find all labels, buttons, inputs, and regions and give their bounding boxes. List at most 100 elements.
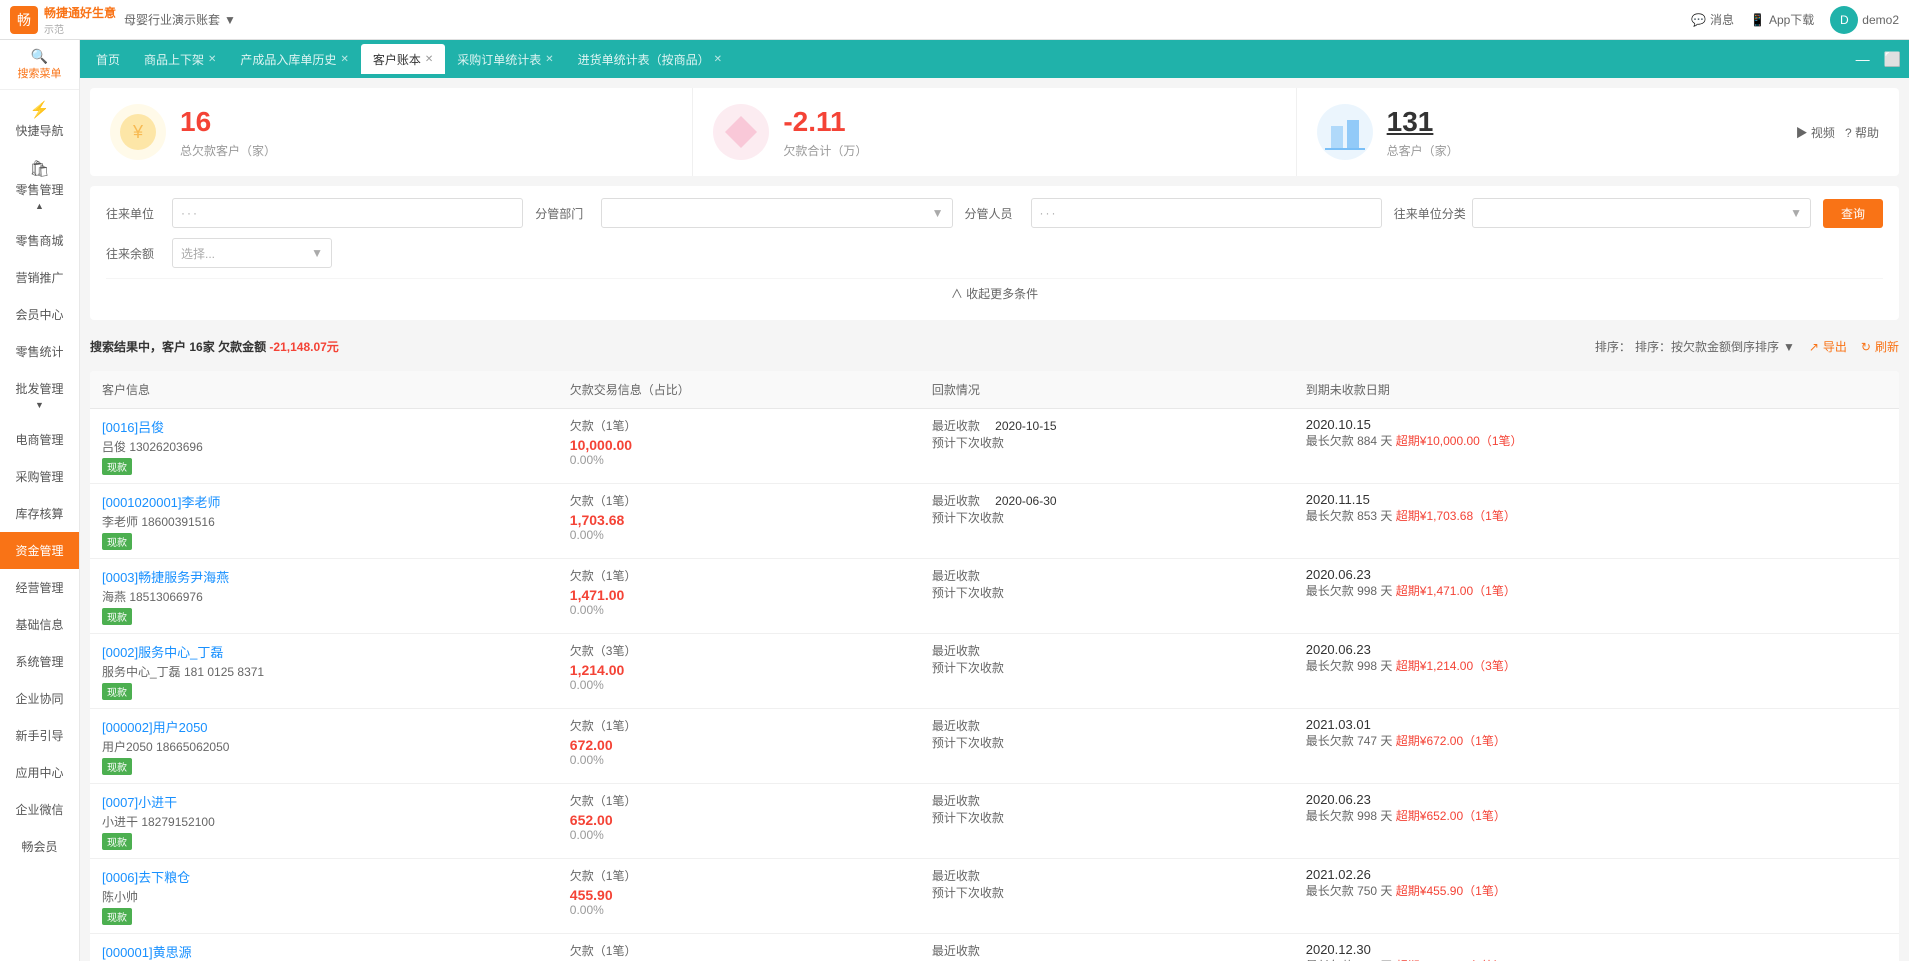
overdue-amount-link-6[interactable]: 超期¥455.90（1笔）	[1396, 884, 1506, 898]
sidebar-item-corp-wechat[interactable]: 企业微信	[0, 791, 79, 828]
sidebar-item-app-center[interactable]: 应用中心	[0, 754, 79, 791]
customer-name-6[interactable]: [0006]去下粮仓	[102, 867, 546, 886]
sidebar-item-nav[interactable]: ⚡ 快捷导航	[0, 90, 79, 149]
sidebar-item-vip[interactable]: 畅会员	[0, 828, 79, 865]
cell-debt-2: 欠款（1笔） 1,471.00 0.00%	[558, 559, 920, 634]
overdue-amount-link-1[interactable]: 超期¥1,703.68（1笔）	[1396, 509, 1516, 523]
sidebar-item-system[interactable]: 系统管理	[0, 643, 79, 680]
video-icon: ▶	[1796, 126, 1808, 140]
sidebar-item-marketing[interactable]: 营销推广	[0, 259, 79, 296]
video-btn[interactable]: ▶ 视频	[1796, 124, 1835, 141]
overdue-amount-link-4[interactable]: 超期¥672.00（1笔）	[1396, 734, 1506, 748]
message-label: 消息	[1710, 11, 1734, 28]
tab-purchase-stats[interactable]: 进货单统计表（按商品） ✕	[566, 44, 734, 74]
tab-product-online[interactable]: 商品上下架 ✕	[132, 44, 228, 74]
sidebar-item-corp[interactable]: 企业协同	[0, 680, 79, 717]
customer-phone-2: 海燕 18513066976	[102, 588, 546, 605]
data-table-container: 客户信息 欠款交易信息（占比） 回款情况 到期未收款日期 [0016]吕俊 吕俊…	[90, 371, 1899, 961]
tab-customer-account-close[interactable]: ✕	[425, 54, 433, 65]
sidebar-item-purchase[interactable]: 采购管理	[0, 458, 79, 495]
sidebar-ecom-label: 电商管理	[4, 431, 75, 448]
collect-info-1: 最近收款 2020-06-30	[932, 492, 1282, 509]
cell-due-4: 2021.03.01 最长欠款 747 天 超期¥672.00（1笔）	[1294, 709, 1899, 784]
stat-debt-amount-value: -2.11	[783, 106, 1275, 138]
debt-amount-0[interactable]: 10,000.00	[570, 437, 908, 453]
debt-amount-3[interactable]: 1,214.00	[570, 662, 908, 678]
customer-tag-4: 现款	[102, 758, 132, 775]
customer-name-7[interactable]: [000001]黄思源	[102, 942, 546, 961]
collapse-btn[interactable]: ∧ 收起更多条件	[106, 278, 1883, 308]
tab-customer-account[interactable]: 客户账本 ✕	[361, 44, 445, 74]
sidebar-item-retail-stat[interactable]: 零售统计	[0, 333, 79, 370]
cell-collect-7: 最近收款 预计下次收款	[920, 934, 1294, 961]
sidebar-item-newbie[interactable]: 新手引导	[0, 717, 79, 754]
customer-name-5[interactable]: [0007]小进干	[102, 792, 546, 811]
help-btn[interactable]: ? 帮助	[1845, 124, 1879, 141]
sidebar-item-retail-mgmt[interactable]: 🛍 零售管理 ▲	[0, 149, 79, 222]
sidebar-item-member[interactable]: 会员中心	[0, 296, 79, 333]
export-btn[interactable]: ↗ 导出	[1809, 338, 1847, 355]
refresh-btn[interactable]: ↻ 刷新	[1861, 338, 1899, 355]
balance-select[interactable]: 选择... ▼	[172, 238, 332, 268]
table-row: [0016]吕俊 吕俊 13026203696 现款 欠款（1笔） 10,000…	[90, 409, 1899, 484]
person-input[interactable]: ···	[1031, 198, 1382, 228]
debt-amount-1[interactable]: 1,703.68	[570, 512, 908, 528]
sidebar-item-basic-info[interactable]: 基础信息	[0, 606, 79, 643]
message-btn[interactable]: 💬 消息	[1691, 11, 1734, 28]
tab-product-online-close[interactable]: ✕	[208, 54, 216, 65]
overdue-amount-link-5[interactable]: 超期¥652.00（1笔）	[1396, 809, 1506, 823]
debt-amount-5[interactable]: 652.00	[570, 812, 908, 828]
from-unit-input[interactable]: ···	[172, 198, 523, 228]
sidebar-item-ecom[interactable]: 电商管理	[0, 421, 79, 458]
tab-production-history[interactable]: 产成品入库单历史 ✕	[228, 44, 360, 74]
customer-name-0[interactable]: [0016]吕俊	[102, 417, 546, 436]
overdue-amount-link-2[interactable]: 超期¥1,471.00（1笔）	[1396, 584, 1516, 598]
unit-category-select[interactable]: ▼	[1472, 198, 1811, 228]
cell-customer-1: [0001020001]李老师 李老师 18600391516 现款	[90, 484, 558, 559]
customer-name-1[interactable]: [0001020001]李老师	[102, 492, 546, 511]
tab-minimize-btn[interactable]: —	[1852, 49, 1874, 70]
overdue-days-0: 最长欠款 884 天 超期¥10,000.00（1笔）	[1306, 432, 1887, 449]
collapse-icon: ∧	[951, 287, 966, 301]
sidebar-search[interactable]: 🔍 搜索菜单	[0, 40, 79, 90]
sidebar-finance-label: 资金管理	[4, 542, 75, 559]
customer-name-4[interactable]: [000002]用户2050	[102, 717, 546, 736]
sidebar-system-label: 系统管理	[4, 653, 75, 670]
tab-home[interactable]: 首页	[84, 44, 132, 74]
debt-amount-text: -21,148.07元	[269, 340, 338, 354]
tab-purchase-order-close[interactable]: ✕	[545, 54, 553, 65]
cell-customer-3: [0002]服务中心_丁磊 服务中心_丁磊 181 0125 8371 现款	[90, 634, 558, 709]
dept-select[interactable]: ▼	[601, 198, 952, 228]
cell-due-7: 2020.12.30 最长欠款 808 天 超期¥429.00（1笔）	[1294, 934, 1899, 961]
org-selector[interactable]: 母婴行业演示账套 ▼	[124, 11, 236, 28]
table-row: [0007]小进干 小进干 18279152100 现款 欠款（1笔） 652.…	[90, 784, 1899, 859]
customer-name-2[interactable]: [0003]畅捷服务尹海燕	[102, 567, 546, 586]
debt-amount-6[interactable]: 455.90	[570, 887, 908, 903]
sort-selector[interactable]: 排序： 排序：按欠款金额倒序排序 ▼	[1595, 338, 1795, 355]
overdue-days-4: 最长欠款 747 天 超期¥672.00（1笔）	[1306, 732, 1887, 749]
sidebar-item-inventory[interactable]: 库存核算	[0, 495, 79, 532]
collect-date-0: 2020-10-15	[983, 419, 1056, 433]
stat-debt-amount-icon	[713, 104, 769, 160]
app-download-btn[interactable]: 📱 App下载	[1750, 11, 1814, 28]
sidebar-item-biz-mgmt[interactable]: 经营管理	[0, 569, 79, 606]
stat-debt-customers-label: 总欠款客户（家）	[180, 142, 672, 159]
next-collect-6: 预计下次收款	[932, 884, 1282, 901]
customer-name-3[interactable]: [0002]服务中心_丁磊	[102, 642, 546, 661]
tab-production-history-close[interactable]: ✕	[340, 54, 348, 65]
query-button[interactable]: 查询	[1823, 199, 1883, 228]
debt-amount-2[interactable]: 1,471.00	[570, 587, 908, 603]
overdue-amount-link-3[interactable]: 超期¥1,214.00（3笔）	[1396, 659, 1516, 673]
sidebar-item-retail-shop[interactable]: 零售商城	[0, 222, 79, 259]
customer-tag-6: 现款	[102, 908, 132, 925]
overdue-amount-link-0[interactable]: 超期¥10,000.00（1笔）	[1396, 434, 1523, 448]
tab-purchase-stats-close[interactable]: ✕	[714, 54, 722, 65]
debt-amount-4[interactable]: 672.00	[570, 737, 908, 753]
avatar: D	[1830, 6, 1858, 34]
cell-collect-6: 最近收款 预计下次收款	[920, 859, 1294, 934]
tab-maximize-btn[interactable]: ⬜	[1880, 49, 1905, 70]
sidebar-item-batch-mgmt[interactable]: 批发管理 ▼	[0, 370, 79, 421]
tab-purchase-order[interactable]: 采购订单统计表 ✕	[445, 44, 565, 74]
sidebar-item-finance[interactable]: 资金管理	[0, 532, 79, 569]
user-avatar-btn[interactable]: D demo2	[1830, 6, 1899, 34]
